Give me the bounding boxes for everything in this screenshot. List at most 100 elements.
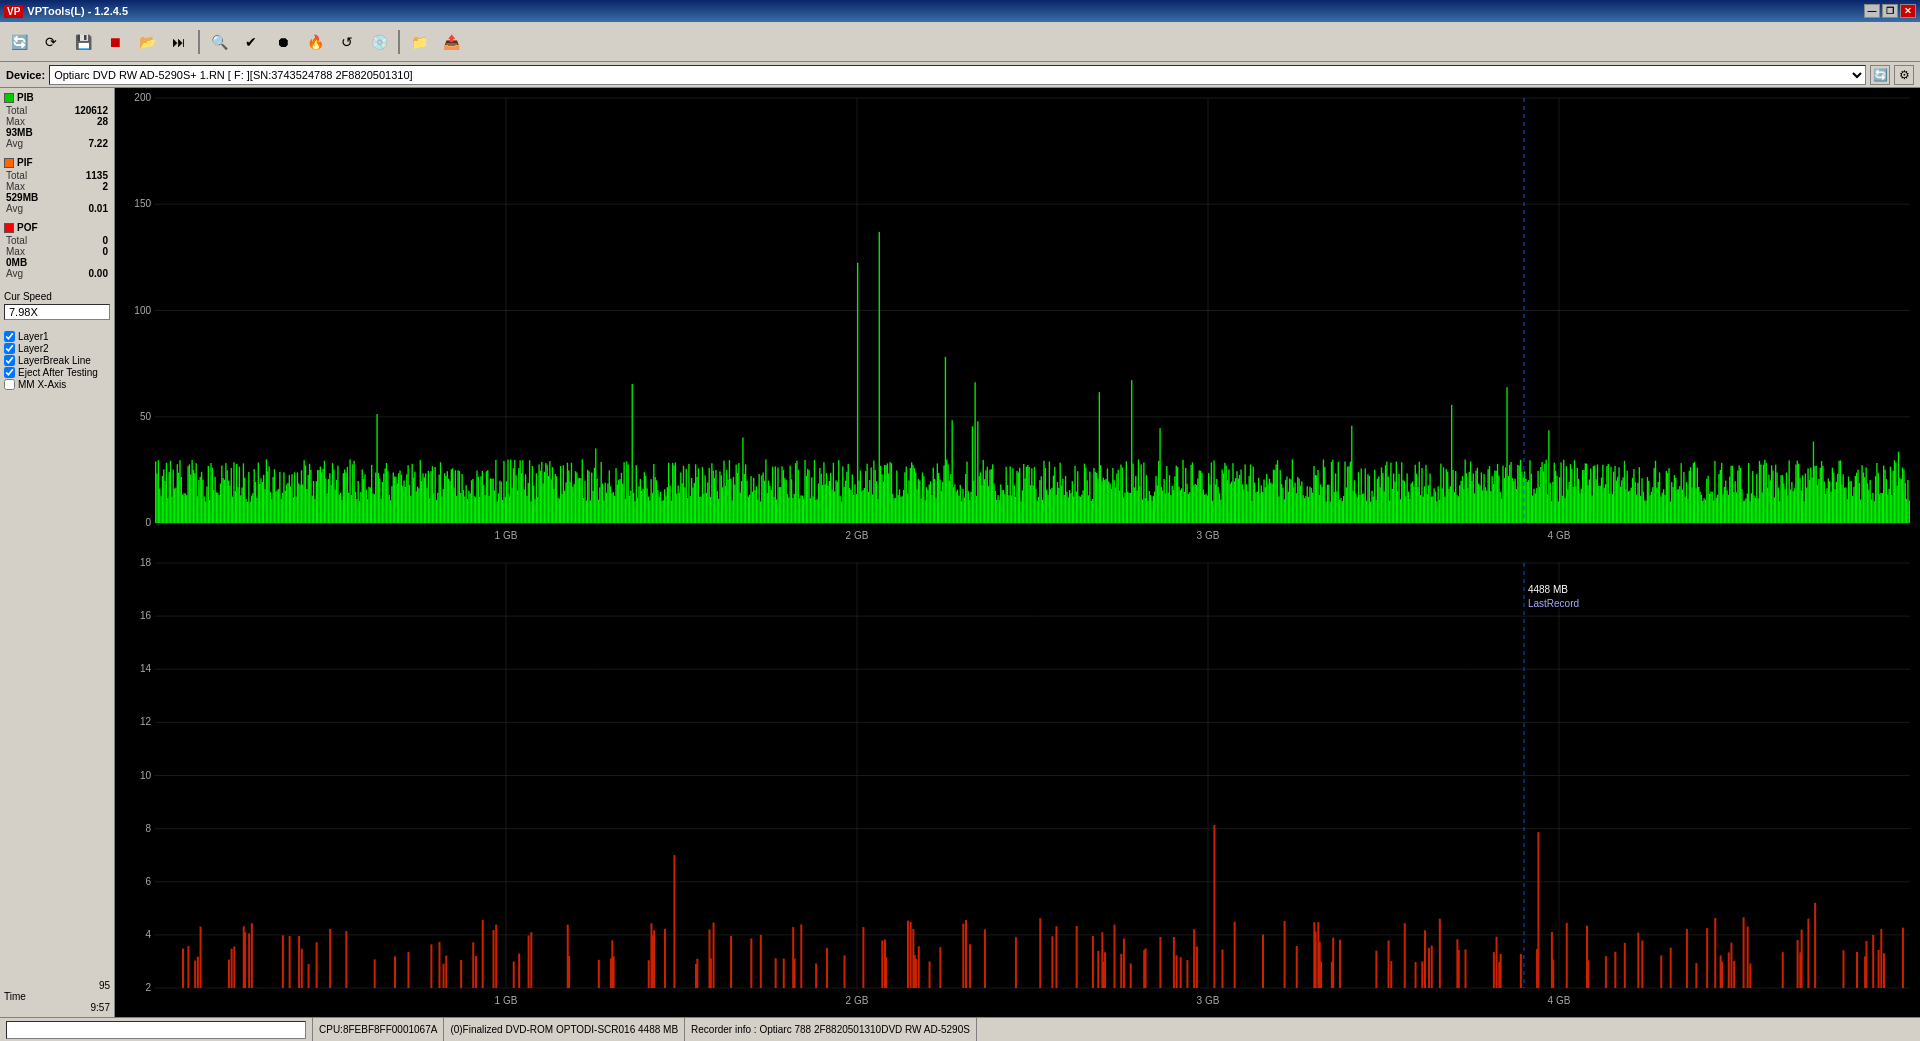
layer2-checkbox-item: Layer2 <box>4 343 110 354</box>
toolbar-btn-disc[interactable]: 💿 <box>364 27 394 57</box>
status-finalized: (0)Finalized DVD-ROM OPTODI-SCR016 4488 … <box>444 1018 685 1041</box>
main-content: PIB Total 120612 Max 28 93MB Avg 7.22 PI… <box>0 88 1920 1017</box>
toolbar: 🔄 ⟳ 💾 ⏹ 📂 ⏭ 🔍 ✔ ⏺ 🔥 ↺ 💿 📁 📤 <box>0 22 1920 62</box>
mmx-checkbox[interactable] <box>4 379 15 390</box>
pib-avg-label: Avg <box>6 138 23 149</box>
bottom-chart-canvas <box>115 553 1920 1018</box>
pif-header: PIF <box>4 157 110 168</box>
pof-section: POF Total 0 Max 0 0MB Avg 0.00 <box>4 222 110 279</box>
pib-total-row: Total 120612 <box>4 105 110 116</box>
pif-size-value: 529MB <box>6 192 38 203</box>
toolbar-btn-stop[interactable]: ⏹ <box>100 27 130 57</box>
layer1-label: Layer1 <box>18 331 49 342</box>
toolbar-btn-skip[interactable]: ⏭ <box>164 27 194 57</box>
pof-avg-row: Avg 0.00 <box>4 268 110 279</box>
pif-avg-row: Avg 0.01 <box>4 203 110 214</box>
pif-color-indicator <box>4 158 14 168</box>
checkboxes-section: Layer1 Layer2 LayerBreak Line Eject Afte… <box>4 330 110 391</box>
pof-header: POF <box>4 222 110 233</box>
curspeed-section: Cur Speed 7.98X <box>4 291 110 320</box>
pif-avg-label: Avg <box>6 203 23 214</box>
curspeed-label: Cur Speed <box>4 291 110 302</box>
pof-max-label: Max <box>6 246 25 257</box>
toolbar-btn-2[interactable]: ⟳ <box>36 27 66 57</box>
pof-label: POF <box>17 222 38 233</box>
pib-total-value: 120612 <box>75 105 108 116</box>
pof-size-value: 0MB <box>6 257 27 268</box>
status-recorder: Recorder info : Optiarc 788 2F8820501310… <box>685 1018 977 1041</box>
device-settings-button[interactable]: ⚙ <box>1894 65 1914 85</box>
pif-max-value: 2 <box>102 181 108 192</box>
titlebar-left: VP VPTools(L) - 1.2.4.5 <box>4 5 128 18</box>
pof-max-row: Max 0 <box>4 246 110 257</box>
pof-size-row: 0MB <box>4 257 110 268</box>
status-input-segment <box>0 1018 313 1041</box>
pof-avg-value: 0.00 <box>89 268 108 279</box>
pif-section: PIF Total 1135 Max 2 529MB Avg 0.01 <box>4 157 110 214</box>
pif-label: PIF <box>17 157 33 168</box>
devicebar: Device: Optiarc DVD RW AD-5290S+ 1.RN [ … <box>0 62 1920 88</box>
bottom-stats: 95 Time 9:57 <box>4 972 110 1013</box>
eject-checkbox-item: Eject After Testing <box>4 367 110 378</box>
app-title: VPTools(L) - 1.2.4.5 <box>27 5 128 17</box>
layerbreak-checkbox-item: LayerBreak Line <box>4 355 110 366</box>
toolbar-btn-scan[interactable]: 🔍 <box>204 27 234 57</box>
pib-avg-row: Avg 7.22 <box>4 138 110 149</box>
eject-checkbox[interactable] <box>4 367 15 378</box>
top-chart <box>115 88 1920 553</box>
layerbreak-label: LayerBreak Line <box>18 355 91 366</box>
device-refresh-button[interactable]: 🔄 <box>1870 65 1890 85</box>
toolbar-btn-export[interactable]: 📤 <box>436 27 466 57</box>
pof-total-row: Total 0 <box>4 235 110 246</box>
toolbar-btn-1[interactable]: 🔄 <box>4 27 34 57</box>
pif-total-label: Total <box>6 170 27 181</box>
statusbar: CPU:8FEBF8FF0001067A (0)Finalized DVD-RO… <box>0 1017 1920 1041</box>
layer2-label: Layer2 <box>18 343 49 354</box>
charts-area <box>115 88 1920 1017</box>
pof-avg-label: Avg <box>6 268 23 279</box>
top-chart-canvas <box>115 88 1920 553</box>
bottom-chart <box>115 553 1920 1018</box>
toolbar-btn-folder[interactable]: 📁 <box>404 27 434 57</box>
curspeed-value: 7.98X <box>4 304 110 320</box>
close-button[interactable]: ✕ <box>1900 4 1916 18</box>
status-cpu: CPU:8FEBF8FF0001067A <box>313 1018 444 1041</box>
sidebar: PIB Total 120612 Max 28 93MB Avg 7.22 PI… <box>0 88 115 1017</box>
app-icon: VP <box>4 5 23 18</box>
pof-total-value: 0 <box>102 235 108 246</box>
pib-max-value: 28 <box>97 116 108 127</box>
pif-total-row: Total 1135 <box>4 170 110 181</box>
layer1-checkbox-item: Layer1 <box>4 331 110 342</box>
mmx-checkbox-item: MM X-Axis <box>4 379 110 390</box>
pif-max-label: Max <box>6 181 25 192</box>
toolbar-btn-open[interactable]: 📂 <box>132 27 162 57</box>
time-value: 9:57 <box>4 1002 110 1013</box>
number-value: 95 <box>4 980 110 991</box>
device-label: Device: <box>6 69 45 81</box>
toolbar-separator-2 <box>398 30 400 54</box>
restore-button[interactable]: ❐ <box>1882 4 1898 18</box>
pib-max-row: Max 28 <box>4 116 110 127</box>
pif-max-row: Max 2 <box>4 181 110 192</box>
pof-total-label: Total <box>6 235 27 246</box>
toolbar-btn-rip[interactable]: ⏺ <box>268 27 298 57</box>
layerbreak-checkbox[interactable] <box>4 355 15 366</box>
pib-max-label: Max <box>6 116 25 127</box>
layer1-checkbox[interactable] <box>4 331 15 342</box>
minimize-button[interactable]: — <box>1864 4 1880 18</box>
pib-size-value: 93MB <box>6 127 33 138</box>
pib-label: PIB <box>17 92 34 103</box>
toolbar-btn-save[interactable]: 💾 <box>68 27 98 57</box>
toolbar-btn-burn[interactable]: 🔥 <box>300 27 330 57</box>
toolbar-separator-1 <box>198 30 200 54</box>
pib-avg-value: 7.22 <box>89 138 108 149</box>
layer2-checkbox[interactable] <box>4 343 15 354</box>
pif-size-row: 529MB <box>4 192 110 203</box>
pib-total-label: Total <box>6 105 27 116</box>
pif-avg-value: 0.01 <box>89 203 108 214</box>
toolbar-btn-refresh[interactable]: ↺ <box>332 27 362 57</box>
status-input[interactable] <box>6 1021 306 1039</box>
device-select[interactable]: Optiarc DVD RW AD-5290S+ 1.RN [ F: ][SN:… <box>49 65 1866 85</box>
titlebar: VP VPTools(L) - 1.2.4.5 — ❐ ✕ <box>0 0 1920 22</box>
toolbar-btn-check[interactable]: ✔ <box>236 27 266 57</box>
